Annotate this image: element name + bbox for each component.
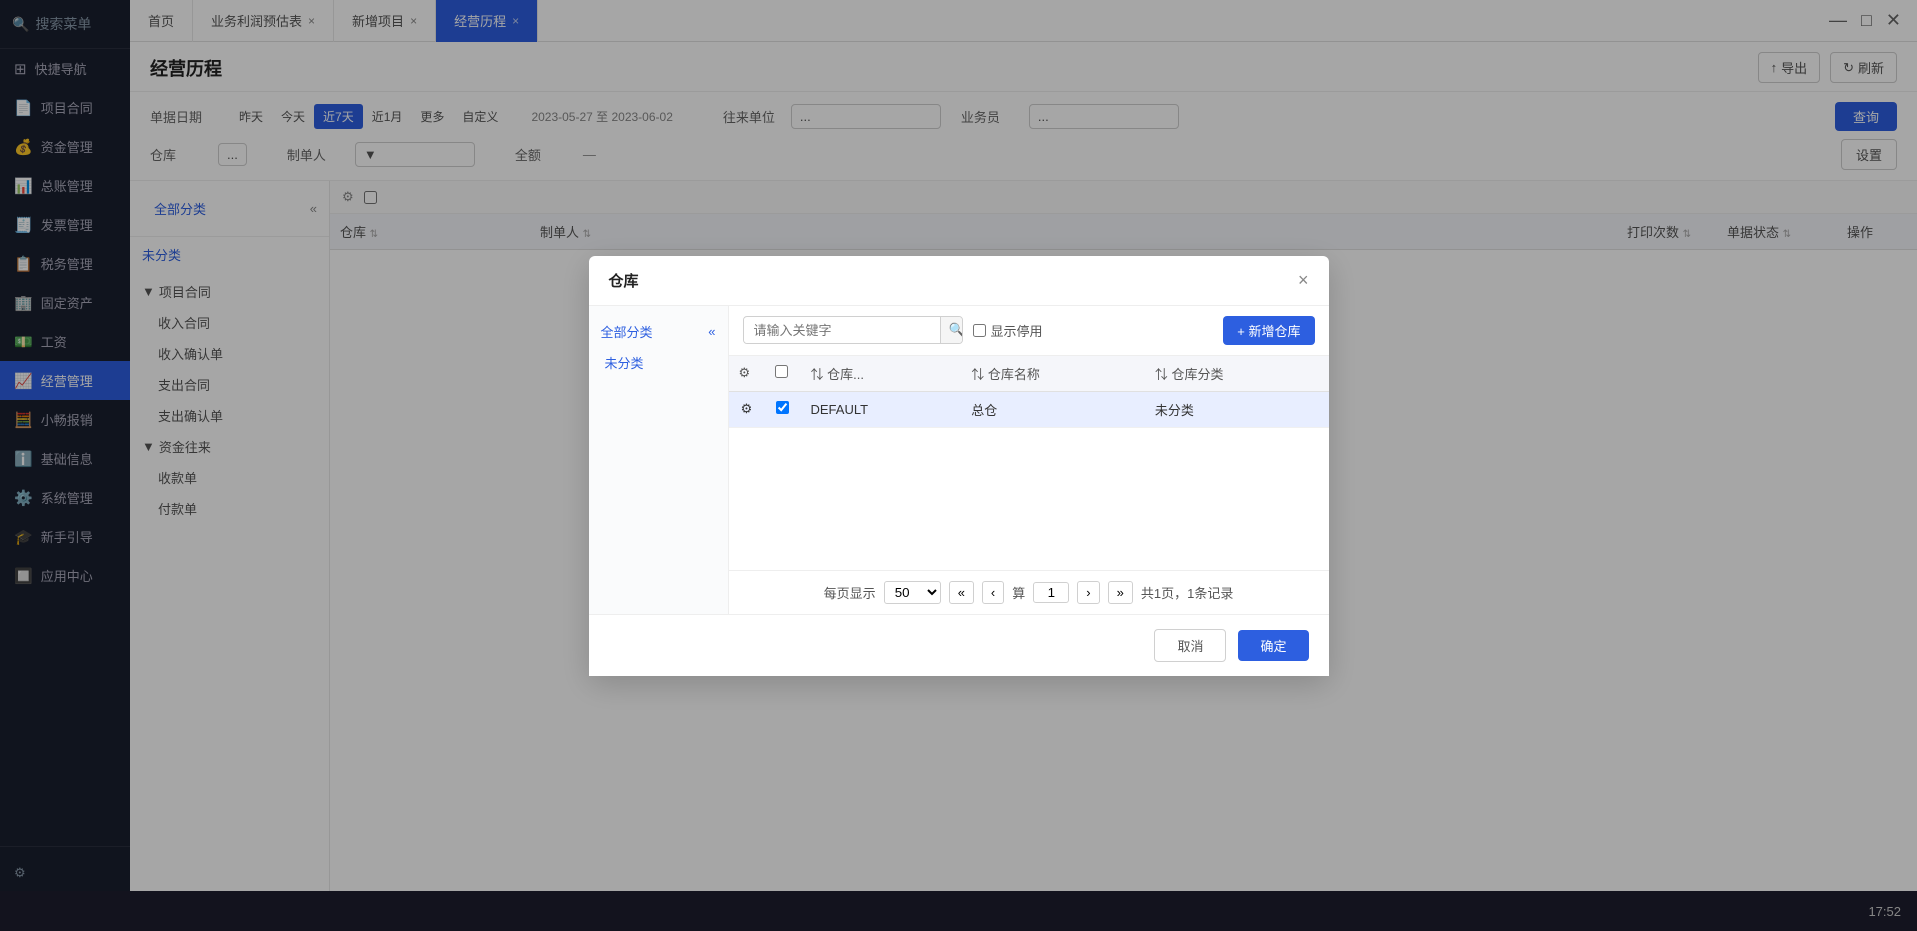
modal-table: ⚙ ⇅ 仓库... ⇅ 仓库名称: [729, 356, 1329, 570]
modal-select-all[interactable]: [775, 365, 788, 378]
show-disabled-wrap: 显示停用: [973, 321, 1043, 340]
add-warehouse-button[interactable]: + 新增仓库: [1223, 316, 1314, 345]
row-check-0[interactable]: [765, 391, 801, 427]
modal-table-header: ⚙ ⇅ 仓库... ⇅ 仓库名称: [729, 356, 1329, 392]
show-disabled-checkbox[interactable]: [973, 324, 986, 337]
th-name: ⇅ 仓库名称: [961, 356, 1145, 392]
modal-last-page[interactable]: »: [1108, 581, 1133, 604]
modal-unclassified-item[interactable]: 未分类: [589, 347, 728, 378]
cancel-button[interactable]: 取消: [1154, 629, 1226, 662]
search-icon-btn[interactable]: 🔍: [940, 317, 963, 343]
row-name-0: 总仓: [961, 391, 1145, 427]
modal-header: 仓库 ×: [589, 256, 1329, 306]
modal-prev-page[interactable]: ‹: [982, 581, 1004, 604]
modal-total-label: 共1页，1条记录: [1141, 583, 1233, 602]
confirm-button[interactable]: 确定: [1238, 630, 1308, 661]
modal-pagination: 每页显示 50 100 « ‹ 算 › » 共1页，1条记录: [729, 570, 1329, 614]
modal-body: 全部分类 « 未分类 🔍 显示停用 + 新增仓库: [589, 306, 1329, 614]
th-code-sort-icon: ⇅: [811, 367, 828, 382]
modal-title: 仓库: [609, 270, 639, 291]
show-disabled-label: 显示停用: [991, 321, 1043, 340]
modal-footer: 取消 确定: [589, 614, 1329, 676]
th-name-sort-icon: ⇅: [971, 367, 988, 382]
row-category-0: 未分类: [1145, 391, 1329, 427]
row-gear-0[interactable]: ⚙: [729, 391, 765, 427]
modal-per-page-select[interactable]: 50 100: [884, 581, 941, 604]
modal-collapse-icon[interactable]: «: [708, 324, 715, 339]
th-category: ⇅ 仓库分类: [1145, 356, 1329, 392]
modal-right-panel: 🔍 显示停用 + 新增仓库 ⚙: [729, 306, 1329, 614]
th-code: ⇅ 仓库...: [801, 356, 962, 392]
warehouse-modal: 仓库 × 全部分类 « 未分类 🔍 显示停用 + 新增仓库: [589, 256, 1329, 676]
warehouse-search-input[interactable]: [744, 318, 940, 343]
modal-next-page[interactable]: ›: [1077, 581, 1099, 604]
modal-all-label[interactable]: 全部分类: [601, 322, 653, 341]
modal-first-page[interactable]: «: [949, 581, 974, 604]
th-category-sort-icon: ⇅: [1155, 367, 1172, 382]
modal-toolbar: 🔍 显示停用 + 新增仓库: [729, 306, 1329, 356]
th-check: [765, 356, 801, 392]
modal-table-row-0[interactable]: ⚙ DEFAULT 总仓 未分类: [729, 391, 1329, 427]
modal-close-icon[interactable]: ×: [1298, 270, 1309, 291]
modal-page-input[interactable]: [1033, 582, 1069, 603]
modal-left-panel: 全部分类 « 未分类: [589, 306, 729, 614]
row-code-0: DEFAULT: [801, 391, 962, 427]
search-input-wrap: 🔍: [743, 316, 963, 344]
modal-left-header: 全部分类 «: [589, 316, 728, 347]
th-gear: ⚙: [729, 356, 765, 392]
